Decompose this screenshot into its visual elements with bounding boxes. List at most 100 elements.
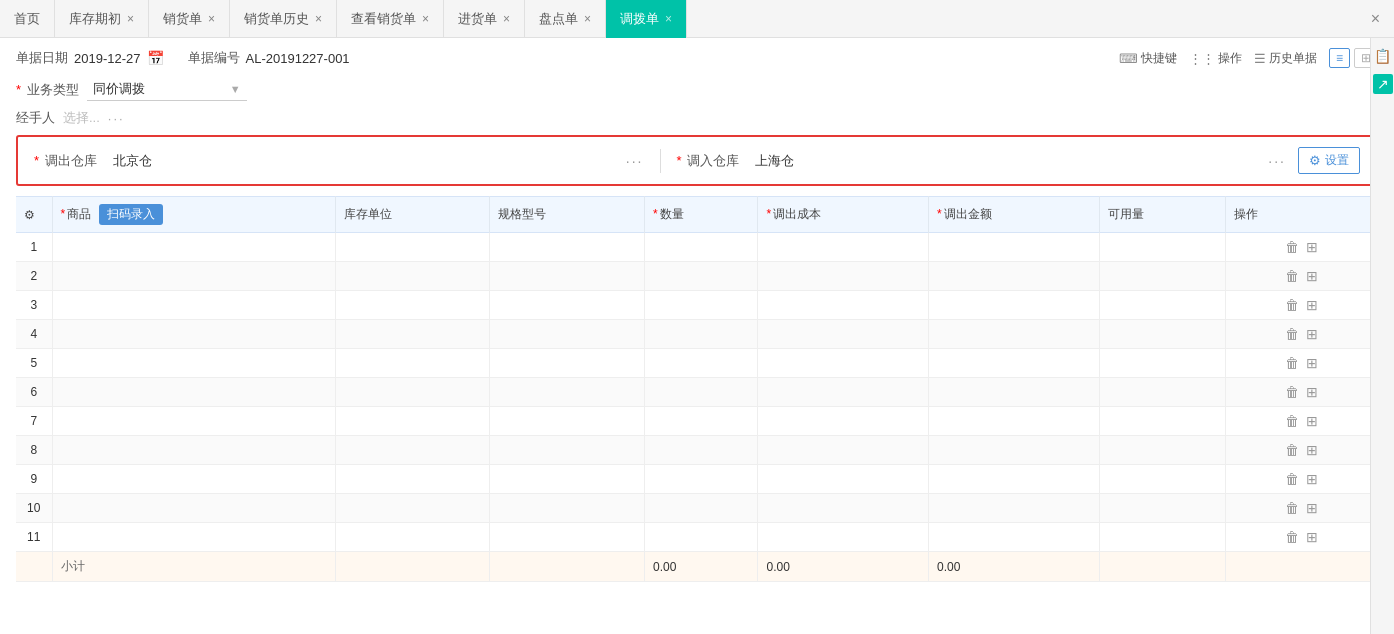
tab-purchase-order[interactable]: 进货单 × [444, 0, 525, 38]
row-available[interactable] [1099, 436, 1225, 465]
row-cost[interactable] [758, 262, 929, 291]
row-available[interactable] [1099, 494, 1225, 523]
row-unit[interactable] [335, 349, 490, 378]
copy-icon[interactable]: ⊞ [1306, 268, 1318, 284]
settings-button[interactable]: ⚙ 设置 [1298, 147, 1360, 174]
row-unit[interactable] [335, 523, 490, 552]
delete-icon[interactable]: 🗑 [1285, 413, 1299, 429]
layout-list-btn[interactable]: ≡ [1329, 48, 1350, 68]
row-qty[interactable] [645, 407, 758, 436]
row-amount[interactable] [929, 233, 1100, 262]
row-cost[interactable] [758, 523, 929, 552]
copy-icon[interactable]: ⊞ [1306, 326, 1318, 342]
copy-icon[interactable]: ⊞ [1306, 442, 1318, 458]
row-unit[interactable] [335, 407, 490, 436]
row-product[interactable] [52, 291, 335, 320]
tab-view-sales[interactable]: 查看销货单 × [337, 0, 444, 38]
row-spec[interactable] [490, 349, 645, 378]
row-qty[interactable] [645, 523, 758, 552]
tab-view-sales-close[interactable]: × [422, 12, 429, 26]
delete-icon[interactable]: 🗑 [1285, 529, 1299, 545]
row-product[interactable] [52, 436, 335, 465]
business-type-dropdown[interactable]: 同价调拨 ▼ [87, 78, 247, 101]
row-cost[interactable] [758, 436, 929, 465]
row-qty[interactable] [645, 436, 758, 465]
row-unit[interactable] [335, 436, 490, 465]
tab-home[interactable]: 首页 [0, 0, 55, 38]
tab-transfer-order-close[interactable]: × [665, 12, 672, 26]
tab-inventory-check-close[interactable]: × [584, 12, 591, 26]
row-amount[interactable] [929, 494, 1100, 523]
tab-transfer-order[interactable]: 调拨单 × [606, 0, 687, 38]
th-gear[interactable]: ⚙ [16, 197, 52, 233]
row-spec[interactable] [490, 436, 645, 465]
delete-icon[interactable]: 🗑 [1285, 384, 1299, 400]
row-unit[interactable] [335, 320, 490, 349]
copy-icon[interactable]: ⊞ [1306, 529, 1318, 545]
row-spec[interactable] [490, 407, 645, 436]
delete-icon[interactable]: 🗑 [1285, 326, 1299, 342]
row-available[interactable] [1099, 407, 1225, 436]
tab-inventory-check[interactable]: 盘点单 × [525, 0, 606, 38]
copy-icon[interactable]: ⊞ [1306, 239, 1318, 255]
row-cost[interactable] [758, 233, 929, 262]
row-amount[interactable] [929, 465, 1100, 494]
row-product[interactable] [52, 378, 335, 407]
row-amount[interactable] [929, 407, 1100, 436]
row-qty[interactable] [645, 262, 758, 291]
tab-sales-history[interactable]: 销货单历史 × [230, 0, 337, 38]
row-unit[interactable] [335, 291, 490, 320]
out-warehouse-dots[interactable]: ··· [626, 153, 644, 169]
row-amount[interactable] [929, 262, 1100, 291]
tab-sales-history-close[interactable]: × [315, 12, 322, 26]
row-product[interactable] [52, 262, 335, 291]
gear-settings-icon[interactable]: ⚙ [24, 208, 35, 222]
row-spec[interactable] [490, 320, 645, 349]
row-available[interactable] [1099, 378, 1225, 407]
row-spec[interactable] [490, 378, 645, 407]
tab-inventory-init-close[interactable]: × [127, 12, 134, 26]
delete-icon[interactable]: 🗑 [1285, 239, 1299, 255]
row-cost[interactable] [758, 494, 929, 523]
calendar-icon[interactable]: 📅 [147, 50, 164, 66]
row-qty[interactable] [645, 494, 758, 523]
row-qty[interactable] [645, 233, 758, 262]
row-spec[interactable] [490, 523, 645, 552]
in-warehouse-dots[interactable]: ··· [1268, 153, 1286, 169]
row-product[interactable] [52, 349, 335, 378]
delete-icon[interactable]: 🗑 [1285, 355, 1299, 371]
row-available[interactable] [1099, 523, 1225, 552]
copy-icon[interactable]: ⊞ [1306, 413, 1318, 429]
delete-icon[interactable]: 🗑 [1285, 297, 1299, 313]
tab-inventory-init[interactable]: 库存期初 × [55, 0, 149, 38]
row-unit[interactable] [335, 262, 490, 291]
row-spec[interactable] [490, 262, 645, 291]
row-cost[interactable] [758, 465, 929, 494]
row-cost[interactable] [758, 407, 929, 436]
row-available[interactable] [1099, 320, 1225, 349]
shortcuts-button[interactable]: ⌨ 快捷键 [1119, 50, 1177, 67]
row-unit[interactable] [335, 494, 490, 523]
tab-purchase-order-close[interactable]: × [503, 12, 510, 26]
row-amount[interactable] [929, 436, 1100, 465]
tab-sales-order[interactable]: 销货单 × [149, 0, 230, 38]
row-spec[interactable] [490, 291, 645, 320]
row-available[interactable] [1099, 349, 1225, 378]
row-unit[interactable] [335, 465, 490, 494]
tab-sales-order-close[interactable]: × [208, 12, 215, 26]
row-available[interactable] [1099, 233, 1225, 262]
delete-icon[interactable]: 🗑 [1285, 471, 1299, 487]
row-amount[interactable] [929, 523, 1100, 552]
handler-dots[interactable]: ··· [108, 111, 125, 126]
history-button[interactable]: ☰ 历史单据 [1254, 50, 1317, 67]
row-available[interactable] [1099, 262, 1225, 291]
row-unit[interactable] [335, 378, 490, 407]
row-amount[interactable] [929, 291, 1100, 320]
copy-icon[interactable]: ⊞ [1306, 355, 1318, 371]
row-product[interactable] [52, 233, 335, 262]
row-available[interactable] [1099, 291, 1225, 320]
delete-icon[interactable]: 🗑 [1285, 500, 1299, 516]
row-spec[interactable] [490, 233, 645, 262]
row-spec[interactable] [490, 465, 645, 494]
handler-select[interactable]: 选择... [63, 109, 100, 127]
